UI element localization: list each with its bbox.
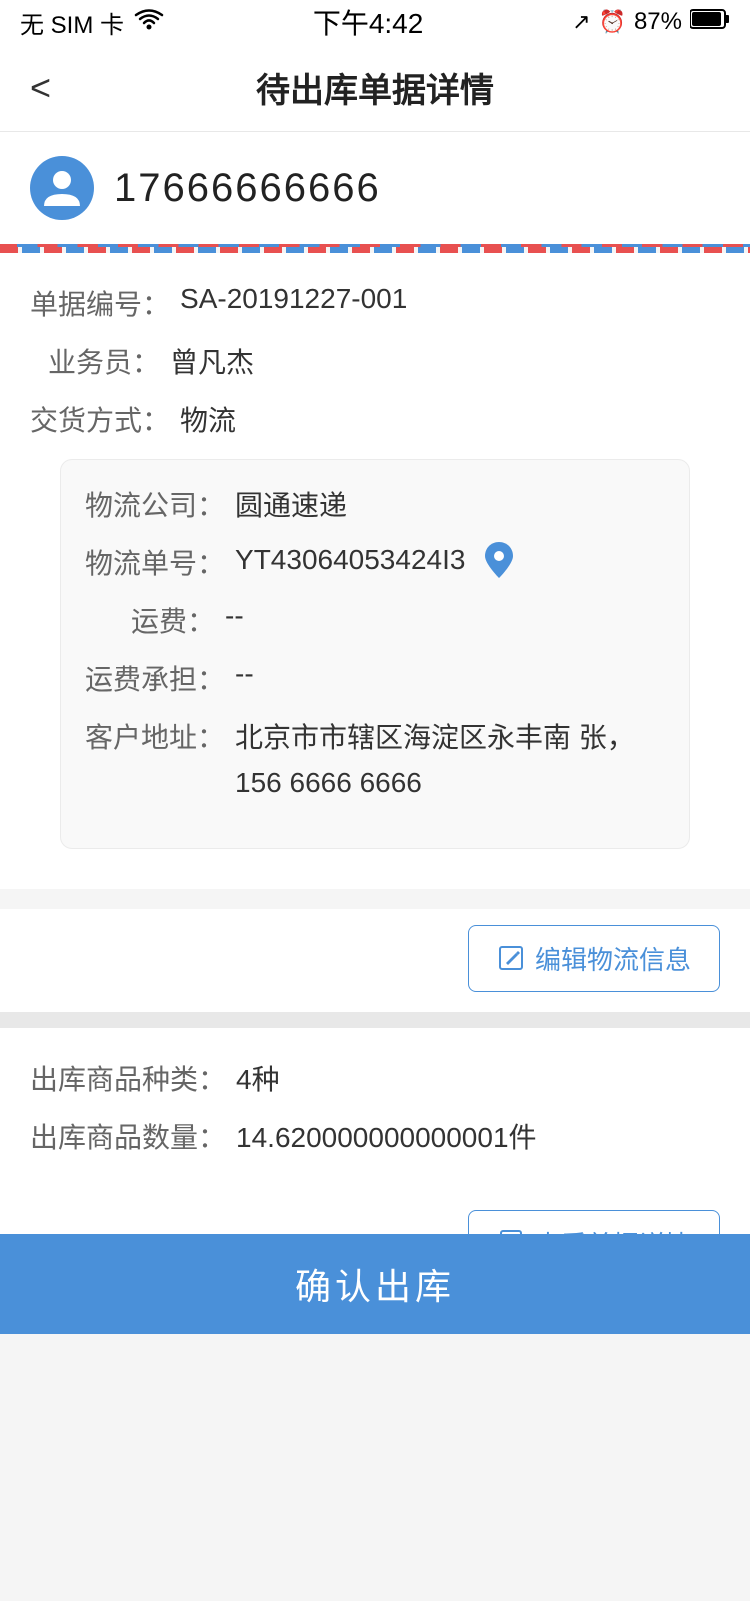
order-info-section: 单据编号： SA-20191227-001 业务员： 曾凡杰 交货方式： 物流 … [0,253,750,889]
edit-btn-row: 编辑物流信息 [0,909,750,1012]
avatar [30,156,94,220]
order-no-label: 单据编号： [30,283,180,323]
wifi-icon [134,8,164,37]
logistics-company-label: 物流公司： [85,484,235,524]
product-quantity-row: 出库商品数量： 14.620000000000001件 [30,1116,720,1156]
product-types-value: 4种 [236,1058,280,1098]
customer-phone: 17666666666 [114,166,381,211]
back-button[interactable]: < [30,67,51,109]
address-row: 客户地址： 北京市市辖区海淀区永丰南 张，156 6666 6666 [85,716,665,806]
address-value: 北京市市辖区海淀区永丰南 张，156 6666 6666 [235,716,665,806]
freight-bearer-row: 运费承担： -- [85,658,665,698]
section-divider [0,1012,750,1028]
logistics-company-value: 圆通速递 [235,484,665,524]
salesperson-value: 曾凡杰 [170,341,720,381]
product-types-row: 出库商品种类： 4种 [30,1058,720,1098]
product-types-label: 出库商品种类： [30,1058,236,1098]
confirm-btn-text: 确认出库 [295,1258,455,1310]
freight-bearer-label: 运费承担： [85,658,235,698]
tracking-no-value: YT43064053424I3 [235,542,665,578]
status-bar: 无 SIM 卡 下午4:42 ↗ ⏰ 87% [0,0,750,44]
battery-text: 87% [634,8,682,36]
customer-header: 17666666666 [0,132,750,247]
order-no-value: SA-20191227-001 [180,283,720,315]
page-title: 待出库单据详情 [256,63,494,112]
freight-value: -- [225,600,665,632]
salesperson-row: 业务员： 曾凡杰 [30,341,720,381]
nav-bar: < 待出库单据详情 [0,44,750,132]
salesperson-label: 业务员： [30,341,170,381]
logistics-card: 物流公司： 圆通速递 物流单号： YT43064053424I3 运费： [60,459,690,849]
battery-icon [690,8,730,37]
alarm-icon: ⏰ [599,9,626,35]
edit-logistics-button[interactable]: 编辑物流信息 [468,925,720,992]
delivery-method-label: 交货方式： [30,399,180,439]
edit-logistics-label: 编辑物流信息 [535,940,691,977]
freight-bearer-value: -- [235,658,665,690]
tracking-number-text: YT43064053424I3 [235,544,465,576]
product-quantity-value: 14.620000000000001件 [236,1116,537,1156]
status-bar-right: ↗ ⏰ 87% [572,8,730,37]
tracking-no-row: 物流单号： YT43064053424I3 [85,542,665,582]
address-label: 客户地址： [85,716,235,756]
location-status-icon: ↗ [572,9,590,35]
person-icon [40,166,84,210]
map-pin-icon[interactable] [481,542,517,578]
status-bar-time: 下午4:42 [313,2,424,42]
logistics-company-row: 物流公司： 圆通速递 [85,484,665,524]
product-quantity-label: 出库商品数量： [30,1116,236,1156]
order-no-row: 单据编号： SA-20191227-001 [30,283,720,323]
status-bar-left: 无 SIM 卡 [20,5,164,40]
confirm-button-bar[interactable]: 确认出库 [0,1234,750,1334]
edit-icon [497,944,525,972]
delivery-method-value: 物流 [180,399,720,439]
delivery-method-row: 交货方式： 物流 [30,399,720,439]
freight-label: 运费： [85,600,225,640]
tracking-no-label: 物流单号： [85,542,235,582]
product-summary: 出库商品种类： 4种 出库商品数量： 14.620000000000001件 [0,1028,750,1194]
freight-row: 运费： -- [85,600,665,640]
carrier-text: 无 SIM 卡 [20,5,124,40]
